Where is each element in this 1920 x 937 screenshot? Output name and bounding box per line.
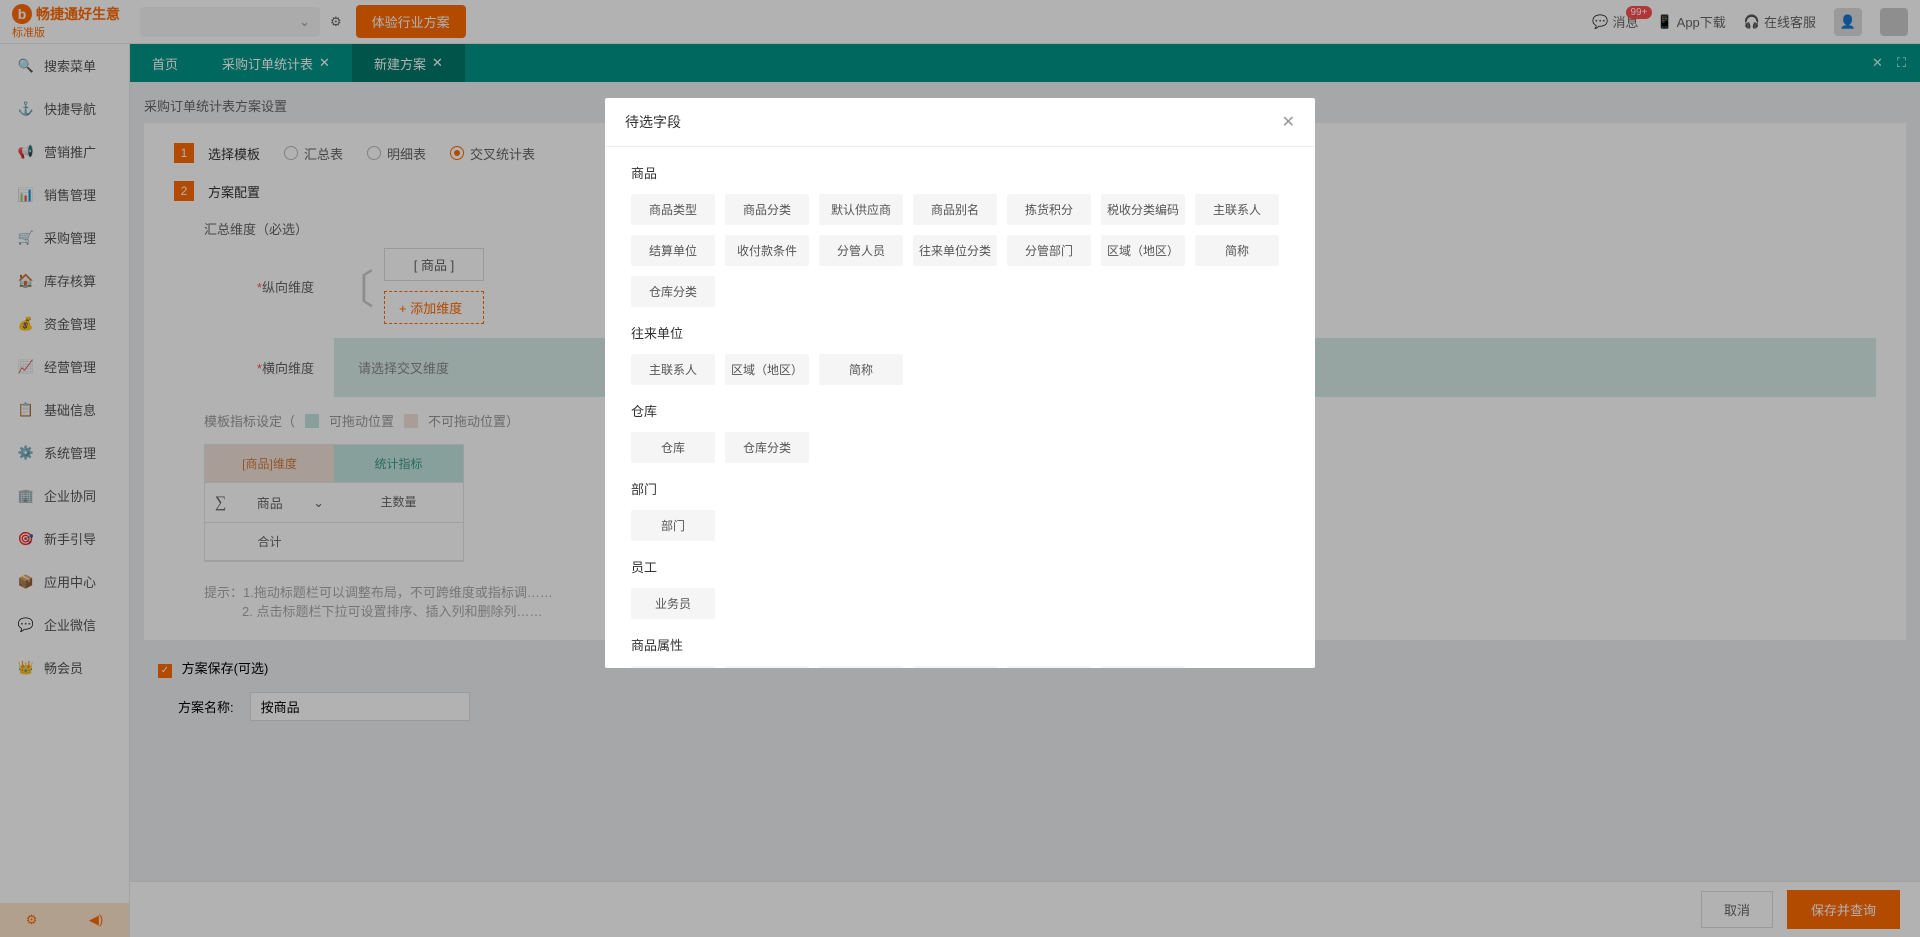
field-tag[interactable]: 尺码 <box>913 666 997 668</box>
field-tag[interactable]: 鞋码 <box>1007 666 1091 668</box>
field-tag[interactable]: 区域（地区） <box>1101 235 1185 266</box>
field-tag[interactable]: 1 <box>1101 666 1185 668</box>
field-tag[interactable]: 分管部门 <box>1007 235 1091 266</box>
modal-overlay: 待选字段 ✕ 商品商品类型商品分类默认供应商商品别名拣货积分税收分类编码主联系人… <box>0 0 1920 937</box>
field-tag[interactable]: 商品别名 <box>913 194 997 225</box>
field-category-label: 商品属性 <box>631 635 1289 654</box>
field-category-label: 员工 <box>631 557 1289 576</box>
field-tag[interactable]: 仓库分类 <box>725 432 809 463</box>
field-tag[interactable]: 简称 <box>1195 235 1279 266</box>
field-tag[interactable]: 颜色 <box>725 666 809 668</box>
field-tag[interactable]: 默认供应商 <box>819 194 903 225</box>
field-tag[interactable]: 主联系人 <box>631 354 715 385</box>
field-tag[interactable]: 商品分类 <box>725 194 809 225</box>
field-tag[interactable]: 部门 <box>631 510 715 541</box>
field-tag[interactable]: 拣货积分 <box>1007 194 1091 225</box>
field-category-label: 往来单位 <box>631 323 1289 342</box>
field-tag[interactable]: 仓库 <box>631 432 715 463</box>
field-tag[interactable]: 多规格 <box>819 666 903 668</box>
field-section-4: 员工业务员 <box>631 557 1289 619</box>
modal-title: 待选字段 <box>625 112 681 132</box>
field-section-1: 往来单位主联系人区域（地区） 简称 <box>631 323 1289 385</box>
field-tag[interactable]: 收付款条件 <box>725 235 809 266</box>
field-tag[interactable]: 属性 <box>631 666 715 668</box>
field-section-3: 部门部门 <box>631 479 1289 541</box>
field-tag[interactable]: 税收分类编码 <box>1101 194 1185 225</box>
field-tag[interactable]: 主联系人 <box>1195 194 1279 225</box>
field-section-2: 仓库仓库仓库分类 <box>631 401 1289 463</box>
field-tag[interactable]: 业务员 <box>631 588 715 619</box>
field-section-5: 商品属性属性 颜色 多规格 尺码 鞋码 1 <box>631 635 1289 668</box>
field-category-label: 部门 <box>631 479 1289 498</box>
field-tag[interactable]: 仓库分类 <box>631 276 715 307</box>
field-tag[interactable]: 结算单位 <box>631 235 715 266</box>
modal-close-button[interactable]: ✕ <box>1282 112 1295 132</box>
field-tag[interactable]: 往来单位分类 <box>913 235 997 266</box>
field-tag[interactable]: 区域（地区） <box>725 354 809 385</box>
field-tag[interactable]: 简称 <box>819 354 903 385</box>
field-section-0: 商品商品类型商品分类默认供应商商品别名拣货积分税收分类编码主联系人结算单位收付款… <box>631 163 1289 307</box>
field-select-modal: 待选字段 ✕ 商品商品类型商品分类默认供应商商品别名拣货积分税收分类编码主联系人… <box>605 98 1315 668</box>
field-category-label: 仓库 <box>631 401 1289 420</box>
field-category-label: 商品 <box>631 163 1289 182</box>
field-tag[interactable]: 商品类型 <box>631 194 715 225</box>
field-tag[interactable]: 分管人员 <box>819 235 903 266</box>
